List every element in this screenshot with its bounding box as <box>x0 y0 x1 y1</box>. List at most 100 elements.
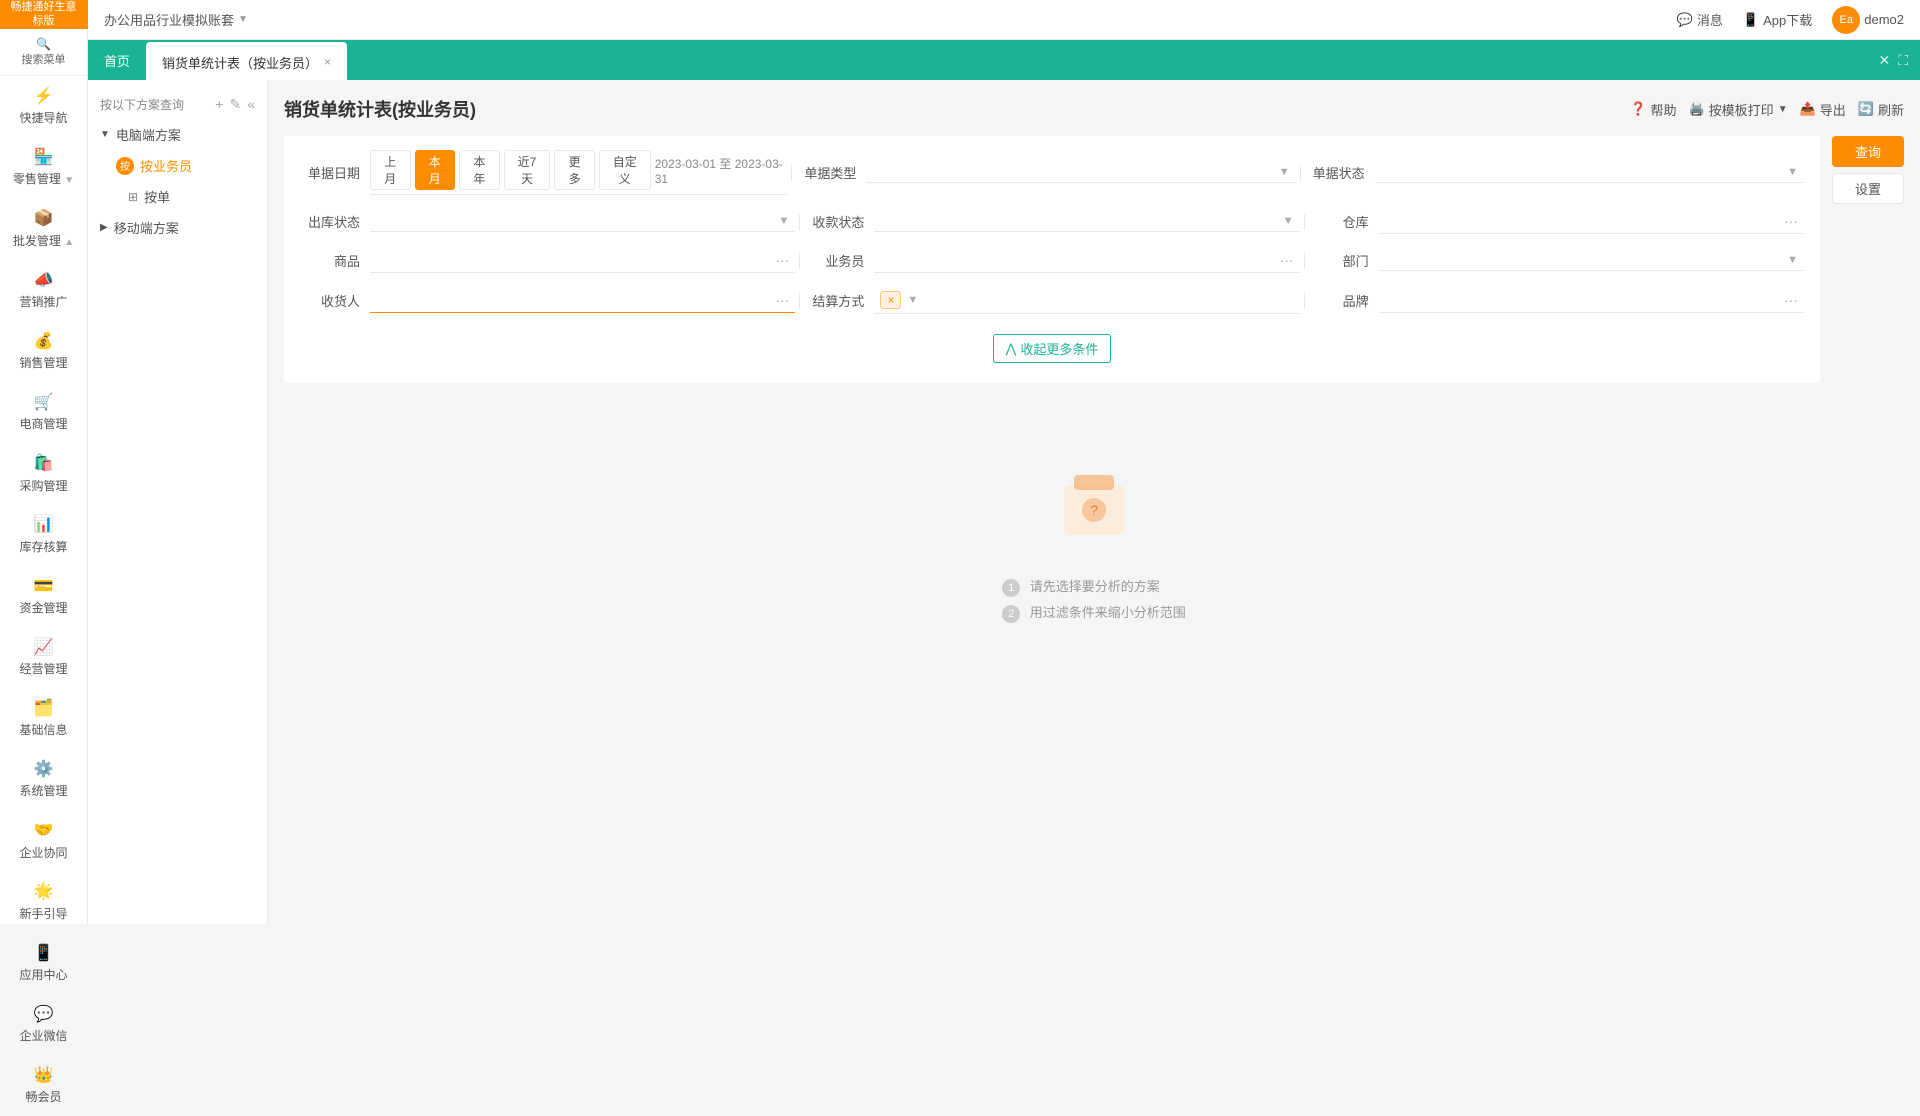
sidebar-item-collab[interactable]: 🤝 企业协同 <box>0 810 87 871</box>
brand-dots[interactable]: ··· <box>1784 292 1798 308</box>
add-scheme-icon[interactable]: + <box>215 96 223 113</box>
doc-type-input[interactable]: ▼ <box>866 162 1295 183</box>
sidebar-item-basic[interactable]: 🗂️ 基础信息 <box>0 688 87 749</box>
collab-label: 企业协同 <box>19 846 67 860</box>
purchase-label: 采购管理 <box>19 479 67 493</box>
sidebar-item-marketing[interactable]: 📣 营销推广 <box>0 260 87 321</box>
basic-icon: 🗂️ <box>4 698 83 720</box>
top-header: 办公用品行业模拟账套 ▼ 💬 消息 📱 App下载 Ea demo2 <box>88 0 1920 40</box>
tab-expand-icon[interactable]: ⛶ <box>1898 52 1908 69</box>
sidebar-item-operations[interactable]: 📈 经营管理 <box>0 627 87 688</box>
doc-status-input[interactable]: ▼ <box>1375 162 1804 183</box>
date-this-year-btn[interactable]: 本年 <box>459 150 500 190</box>
print-icon: 🖨️ <box>1688 101 1704 117</box>
tab-active[interactable]: 销货单统计表（按业务员） × <box>146 42 347 82</box>
filter-row-4: 收货人 ··· 结算方式 × ▼ <box>300 287 1804 314</box>
date-last7-btn[interactable]: 近7天 <box>504 150 551 190</box>
sidebar-search[interactable]: 🔍 搜索菜单 <box>0 29 87 76</box>
collapse-btn[interactable]: ⋀ 收起更多条件 <box>993 334 1112 363</box>
tree-mobile-group[interactable]: ▶ 移动端方案 <box>88 212 267 243</box>
date-last-month-btn[interactable]: 上月 <box>370 150 411 190</box>
sidebar-item-wholesale[interactable]: 📦 批发管理 ▲ <box>0 198 87 259</box>
tree-salesperson-item[interactable]: 按 按业务员 <box>88 150 267 181</box>
tab-bar-actions: ✕ ⛶ <box>1878 52 1920 69</box>
purchase-icon: 🛍️ <box>4 453 83 475</box>
warehouse-input[interactable]: ··· <box>1379 209 1804 234</box>
consignee-dots[interactable]: ··· <box>775 292 789 308</box>
tab-close-button[interactable]: × <box>324 55 331 69</box>
out-status-input[interactable]: ▼ <box>370 211 795 232</box>
export-button[interactable]: 📤 导出 <box>1800 100 1846 119</box>
date-range-text: 2023-03-01 至 2023-03-31 <box>655 155 788 186</box>
template-print-button[interactable]: 🖨️ 按模板打印 ▼ <box>1688 100 1787 119</box>
sidebar-item-newbie[interactable]: 🌟 新手引导 <box>0 871 87 932</box>
industry-dropdown[interactable]: 办公用品行业模拟账套 ▼ <box>104 10 248 29</box>
collapse-panel-icon[interactable]: « <box>247 96 255 113</box>
collapse-label: 收起更多条件 <box>1020 339 1098 358</box>
export-label: 导出 <box>1820 100 1846 119</box>
tree-arrow-down: ▼ <box>100 129 110 140</box>
user-menu[interactable]: Ea demo2 <box>1832 6 1904 34</box>
sidebar-item-appstore[interactable]: 📱 应用中心 <box>0 933 87 994</box>
goods-input[interactable]: ··· <box>370 248 795 273</box>
dept-input[interactable]: ▼ <box>1379 250 1804 271</box>
template-print-label: 按模板打印 <box>1709 100 1774 119</box>
tree-arrow-right: ▶ <box>100 222 108 233</box>
tab-close-window-icon[interactable]: ✕ <box>1878 52 1890 69</box>
goods-dots[interactable]: ··· <box>775 252 789 268</box>
refresh-button[interactable]: 🔄 刷新 <box>1858 100 1904 119</box>
empty-tip-2: 2 用过滤条件来缩小分析范围 <box>1002 600 1186 626</box>
tree-desktop-group[interactable]: ▼ 电脑端方案 <box>88 119 267 150</box>
sidebar-item-retail[interactable]: 🏪 零售管理 ▼ <box>0 137 87 198</box>
sidebar-item-sales[interactable]: 💰 销售管理 <box>0 321 87 382</box>
filter-buttons: 查询 设置 <box>1832 136 1904 395</box>
salesperson-input[interactable]: ··· <box>874 248 1299 273</box>
member-icon: 👑 <box>4 1065 83 1087</box>
help-button[interactable]: ❓ 帮助 <box>1630 100 1676 119</box>
retail-icon: 🏪 <box>4 147 83 169</box>
brand-label: 品牌 <box>1309 291 1379 310</box>
sidebar-item-shortcut[interactable]: ⚡ 快捷导航 <box>0 76 87 137</box>
appstore-label: 应用中心 <box>19 968 67 982</box>
brand-input[interactable]: ··· <box>1379 288 1804 313</box>
sidebar: 畅捷通好生意 标版 🔍 搜索菜单 ⚡ 快捷导航 🏪 零售管理 ▼ 📦 批发管理 … <box>0 0 88 924</box>
doc-type-label: 单据类型 <box>796 163 866 182</box>
content-area: 按以下方案查询 + ✎ « ▼ 电脑端方案 按 按业务员 ⊞ 按单 <box>88 80 1920 924</box>
sep8 <box>1304 293 1305 309</box>
finance-icon: 💳 <box>4 576 83 598</box>
tree-order-item[interactable]: ⊞ 按单 <box>88 181 267 212</box>
collab-icon: 🤝 <box>4 820 83 842</box>
settlement-tag-close[interactable]: × <box>887 293 894 307</box>
sidebar-item-enterprise-wechat[interactable]: 💬 企业微信 <box>0 994 87 1055</box>
edit-scheme-icon[interactable]: ✎ <box>229 96 241 113</box>
settlement-tag: × <box>880 291 901 309</box>
empty-tip-1: 1 请先选择要分析的方案 <box>1002 574 1186 600</box>
date-this-month-btn[interactable]: 本月 <box>415 150 456 190</box>
sidebar-item-ecommerce[interactable]: 🛒 电商管理 <box>0 382 87 443</box>
query-button[interactable]: 查询 <box>1832 136 1904 167</box>
wholesale-arrow: ▲ <box>64 237 74 248</box>
dept-label: 部门 <box>1309 251 1379 270</box>
settings-button[interactable]: 设置 <box>1832 173 1904 204</box>
sidebar-item-system[interactable]: ⚙️ 系统管理 <box>0 749 87 810</box>
message-button[interactable]: 💬 消息 <box>1677 10 1723 29</box>
settlement-input[interactable]: × ▼ <box>874 287 1299 314</box>
consignee-input[interactable]: ··· <box>370 288 795 313</box>
operations-label: 经营管理 <box>19 662 67 676</box>
sidebar-item-inventory[interactable]: 📊 库存核算 <box>0 504 87 565</box>
sidebar-item-finance[interactable]: 💳 资金管理 <box>0 566 87 627</box>
warehouse-dots[interactable]: ··· <box>1784 213 1798 229</box>
desktop-group-label: 电脑端方案 <box>116 125 181 144</box>
doc-status-label: 单据状态 <box>1305 163 1375 182</box>
filter-area: 单据日期 上月 本月 本年 近7天 更多 自定义 2023-03-01 至 20… <box>284 136 1820 383</box>
app-download-button[interactable]: 📱 App下载 <box>1743 10 1812 29</box>
tab-home[interactable]: 首页 <box>88 40 146 80</box>
collection-input[interactable]: ▼ <box>874 211 1299 232</box>
logo-text: 畅捷通好生意 <box>11 0 77 14</box>
newbie-label: 新手引导 <box>19 907 67 921</box>
date-more-btn[interactable]: 更多 <box>554 150 595 190</box>
date-custom-btn[interactable]: 自定义 <box>599 150 651 190</box>
sidebar-item-member[interactable]: 👑 畅会员 <box>0 1055 87 1116</box>
salesperson-dots[interactable]: ··· <box>1280 252 1294 268</box>
sidebar-item-purchase[interactable]: 🛍️ 采购管理 <box>0 443 87 504</box>
